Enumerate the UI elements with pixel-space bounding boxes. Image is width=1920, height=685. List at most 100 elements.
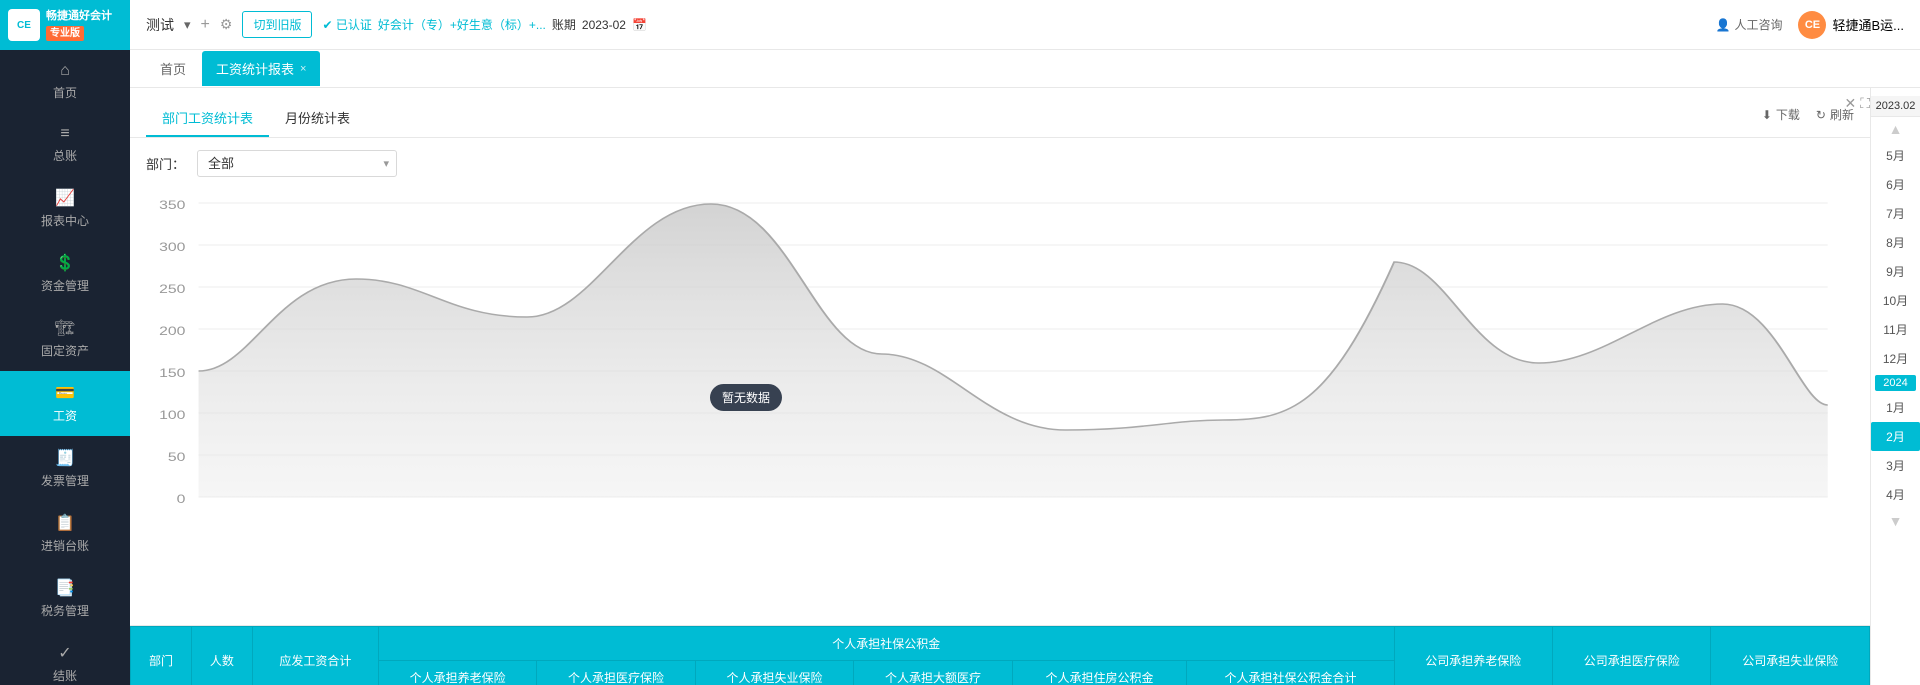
settle-icon: ✓ — [58, 643, 71, 663]
month-10[interactable]: 10月 — [1871, 286, 1920, 315]
svg-text:100: 100 — [159, 408, 186, 422]
sidebar-item-tax[interactable]: 📑 税务管理 — [0, 566, 130, 631]
salary-icon: 💳 — [55, 383, 75, 403]
dept-filter-wrap: 全部 ▾ — [197, 150, 397, 177]
ledger-icon: ≡ — [60, 125, 69, 143]
dept-filter-label: 部门： — [146, 154, 185, 173]
main-area: 测试 ▾ + ⚙ 切到旧版 ✔ 已认证 好会计（专）+好生意（标）+... 账期… — [130, 0, 1920, 685]
month-11[interactable]: 11月 — [1871, 315, 1920, 344]
tab-monthly-salary[interactable]: 月份统计表 — [269, 100, 366, 137]
help-btn[interactable]: 👤 人工咨询 — [1716, 16, 1783, 33]
sidebar-item-ledger[interactable]: ≡ 总账 — [0, 113, 130, 176]
trade-icon: 📋 — [55, 513, 75, 533]
month-5[interactable]: 5月 — [1871, 141, 1920, 170]
user-avatar: CE — [1798, 11, 1826, 39]
month-9[interactable]: 9月 — [1871, 257, 1920, 286]
col-personal-major-medical: 个人承担大额医疗 — [854, 661, 1012, 685]
topbar-right: 👤 人工咨询 CE 轻捷通B运... — [1716, 11, 1904, 39]
topbar: 测试 ▾ + ⚙ 切到旧版 ✔ 已认证 好会计（专）+好生意（标）+... 账期… — [130, 0, 1920, 50]
topbar-settings-btn[interactable]: ⚙ — [220, 16, 233, 33]
inner-tabs: 部门工资统计表 月份统计表 ⬇ 下载 ↻ 刷新 — [130, 88, 1870, 138]
chart-area: 350 300 250 200 150 100 50 0 — [130, 189, 1870, 625]
month-2024-2[interactable]: 2月 — [1871, 422, 1920, 451]
svg-text:350: 350 — [159, 198, 186, 212]
svg-text:50: 50 — [168, 450, 186, 464]
month-12[interactable]: 12月 — [1871, 344, 1920, 373]
user-menu[interactable]: CE 轻捷通B运... — [1798, 11, 1904, 39]
svg-text:250: 250 — [159, 282, 186, 296]
download-icon: ⬇ — [1762, 108, 1772, 122]
prev-year-arrow[interactable]: ▲ — [1885, 117, 1907, 141]
col-total-salary: 应发工资合计 — [252, 627, 378, 685]
tab-close-icon[interactable]: × — [300, 63, 306, 75]
chart-svg: 350 300 250 200 150 100 50 0 — [146, 189, 1854, 529]
bottom-table: 部门 人数 应发工资合计 个人承担社保公积金 公司承担养老保险 公司承担医疗保险… — [130, 625, 1870, 685]
month-6[interactable]: 6月 — [1871, 170, 1920, 199]
tab-dept-salary[interactable]: 部门工资统计表 — [146, 100, 269, 137]
right-panel: ✕ ⛶ 2023.02 ▲ 5月 6月 7月 8月 9月 10月 11月 12月… — [1870, 88, 1920, 685]
filter-row: 部门： 全部 ▾ — [130, 138, 1870, 189]
logo-icon: CE — [8, 9, 40, 41]
chart-tooltip: 暂无数据 — [710, 384, 782, 411]
tab-salary-report[interactable]: 工资统计报表 × — [202, 51, 320, 86]
right-panel-date: 2023.02 — [1871, 96, 1920, 117]
sidebar-item-reports[interactable]: 📈 报表中心 — [0, 176, 130, 241]
assets-icon: 🏗 — [55, 318, 75, 338]
sidebar-item-assets[interactable]: 🏗 固定资产 — [0, 306, 130, 371]
month-8[interactable]: 8月 — [1871, 228, 1920, 257]
tab-home[interactable]: 首页 — [146, 51, 200, 86]
refresh-icon: ↻ — [1816, 108, 1826, 122]
month-2024-1[interactable]: 1月 — [1871, 393, 1920, 422]
col-personal-unemployment: 个人承担失业保险 — [695, 661, 853, 685]
col-headcount: 人数 — [191, 627, 252, 685]
inner-tab-group: 部门工资统计表 月份统计表 — [146, 100, 366, 137]
content-main: 部门工资统计表 月份统计表 ⬇ 下载 ↻ 刷新 部门： — [130, 88, 1870, 685]
month-2024-4[interactable]: 4月 — [1871, 480, 1920, 509]
chart-container: 350 300 250 200 150 100 50 0 — [146, 189, 1854, 615]
col-personal-housing: 个人承担住房公积金 — [1012, 661, 1187, 685]
home-icon: ⌂ — [60, 62, 70, 80]
topbar-add-btn[interactable]: + — [201, 16, 210, 34]
sidebar-item-funds[interactable]: 💲 资金管理 — [0, 241, 130, 306]
sidebar-item-invoice[interactable]: 🧾 发票管理 — [0, 436, 130, 501]
help-icon: 👤 — [1716, 18, 1731, 32]
tax-icon: 📑 — [55, 578, 75, 598]
sidebar-item-trade[interactable]: 📋 进销台账 — [0, 501, 130, 566]
calendar-icon[interactable]: 📅 — [632, 18, 647, 32]
svg-text:200: 200 — [159, 324, 186, 338]
company-name: 测试 — [146, 15, 174, 35]
salary-table: 部门 人数 应发工资合计 个人承担社保公积金 公司承担养老保险 公司承担医疗保险… — [130, 626, 1870, 685]
company-dropdown-arrow[interactable]: ▾ — [184, 17, 191, 33]
tab-bar: 首页 工资统计报表 × — [130, 50, 1920, 88]
content-area: 部门工资统计表 月份统计表 ⬇ 下载 ↻ 刷新 部门： — [130, 88, 1920, 685]
dept-filter-select[interactable]: 全部 — [197, 150, 397, 177]
col-personal-social: 个人承担社保公积金 — [378, 627, 1394, 661]
sidebar: CE 畅捷通好会计 专业版 ⌂ 首页 ≡ 总账 📈 报表中心 💲 资金管理 🏗 … — [0, 0, 130, 685]
topbar-badges: ✔ 已认证 好会计（专）+好生意（标）+... 账期 2023-02 📅 — [322, 16, 646, 33]
invoice-icon: 🧾 — [55, 448, 75, 468]
col-personal-medical: 个人承担医疗保险 — [537, 661, 695, 685]
svg-text:0: 0 — [177, 492, 186, 506]
sidebar-item-salary[interactable]: 💳 工资 — [0, 371, 130, 436]
product-badges: 好会计（专）+好生意（标）+... — [378, 16, 546, 33]
svg-text:150: 150 — [159, 366, 186, 380]
col-company-unemployment: 公司承担失业保险 — [1711, 627, 1870, 685]
next-year-arrow[interactable]: ▼ — [1885, 509, 1907, 533]
sidebar-item-home[interactable]: ⌂ 首页 — [0, 50, 130, 113]
col-dept: 部门 — [131, 627, 192, 685]
logo-text: 畅捷通好会计 专业版 — [46, 9, 112, 40]
col-personal-pension: 个人承担养老保险 — [378, 661, 536, 685]
download-btn[interactable]: ⬇ 下载 — [1762, 106, 1800, 123]
svg-text:300: 300 — [159, 240, 186, 254]
switch-old-btn[interactable]: 切到旧版 — [242, 11, 312, 38]
col-company-pension: 公司承担养老保险 — [1394, 627, 1552, 685]
sidebar-item-settle[interactable]: ✓ 结账 — [0, 631, 130, 685]
period-value: 2023-02 — [582, 18, 626, 32]
inner-tab-actions: ⬇ 下载 ↻ 刷新 — [1762, 106, 1854, 131]
sidebar-nav: ⌂ 首页 ≡ 总账 📈 报表中心 💲 资金管理 🏗 固定资产 💳 工资 🧾 发票… — [0, 50, 130, 685]
month-2024-3[interactable]: 3月 — [1871, 451, 1920, 480]
col-personal-total: 个人承担社保公积金合计 — [1187, 661, 1394, 685]
certified-badge: ✔ 已认证 — [322, 16, 371, 33]
month-7[interactable]: 7月 — [1871, 199, 1920, 228]
right-panel-nav: ▲ 5月 6月 7月 8月 9月 10月 11月 12月 2024 1月 2月 … — [1871, 117, 1920, 533]
